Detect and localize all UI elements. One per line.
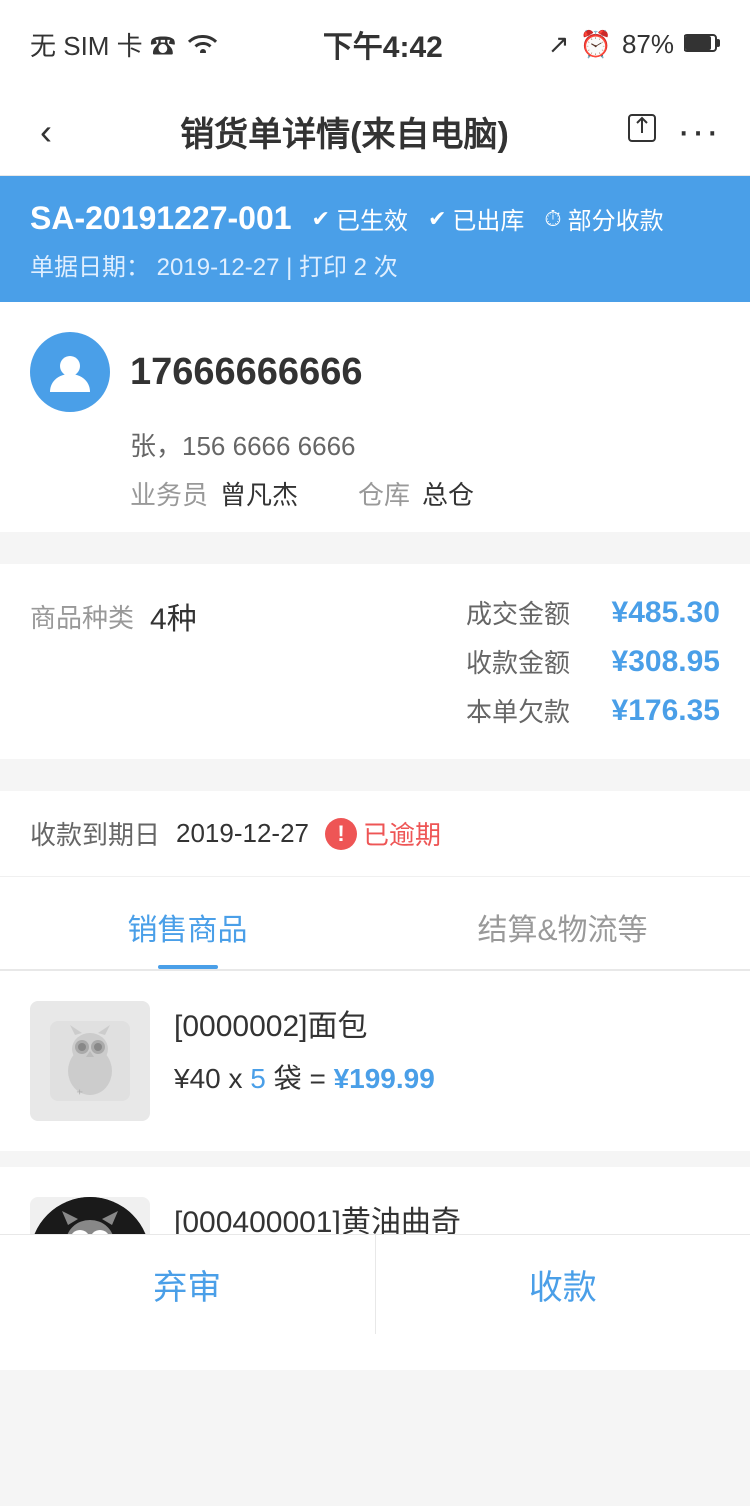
battery-icon [684,29,720,60]
salesperson-info: 业务员 曾凡杰 [130,475,298,512]
badge-partial: ⏱ 部分收款 [544,201,663,236]
header-band: SA-20191227-001 ✔ 已生效 ✔ 已出库 ⏱ 部分收款 单据日期：… [0,176,750,302]
warehouse-name: 总仓 [422,475,474,512]
stats-left: 商品种类 4种 [30,594,466,638]
warehouse-info: 仓库 总仓 [358,475,474,512]
customer-phone: 17666666666 [130,351,362,394]
header-top: SA-20191227-001 ✔ 已生效 ✔ 已出库 ⏱ 部分收款 [30,200,720,237]
bottom-spacer [0,1386,750,1506]
share-button[interactable] [627,113,657,151]
product-types: 商品种类 4种 [30,594,466,638]
overdue-icon: ! [325,818,357,850]
avatar [30,332,110,412]
collect-payment-button[interactable]: 收款 [376,1235,750,1334]
divider-2 [0,775,750,791]
svg-text:⁺: ⁺ [76,1086,83,1101]
alarm-icon: ⏰ [580,29,612,60]
battery-percent: 87% [622,29,674,60]
status-right: ↗ ⏰ 87% [548,29,720,60]
salesperson-name: 曾凡杰 [220,475,298,512]
stats-right: 成交金额 ¥485.30 收款金额 ¥308.95 本单欠款 ¥176.35 [466,594,720,729]
tab-products[interactable]: 销售商品 [0,877,375,969]
badge-shipped: ✔ 已出库 [428,201,524,236]
location-icon: ↗ [548,29,570,60]
bottom-bar: 弃审 收款 [0,1234,750,1334]
received-row: 收款金额 ¥308.95 [466,643,720,680]
page-title: 销货单详情(来自电脑) [62,107,627,156]
customer-name: 张，156 6666 6666 [130,426,720,463]
customer-section: 17666666666 张，156 6666 6666 业务员 曾凡杰 仓库 总… [0,302,750,532]
status-bar: 无 SIM 卡 ☎ 下午4:42 ↗ ⏰ 87% [0,0,750,88]
product-price-1: ¥40 x 5 袋 = ¥199.99 [174,1057,720,1097]
header-date-info: 单据日期： 2019-12-27 | 打印 2 次 [30,247,720,282]
status-left: 无 SIM 卡 ☎ [30,26,218,63]
status-time: 下午4:42 [323,22,443,66]
overdue-text: 已逾期 [363,815,441,852]
stats-section: 商品种类 4种 成交金额 ¥485.30 收款金额 ¥308.95 本单欠款 ¥… [0,564,750,759]
sim-status: 无 SIM 卡 ☎ [30,26,176,63]
customer-meta: 业务员 曾凡杰 仓库 总仓 [130,475,720,512]
more-button[interactable]: ··· [677,109,720,154]
order-number: SA-20191227-001 [30,200,292,237]
badge-effective: ✔ 已生效 [312,201,408,236]
product-thumb-1: ⁺ [30,1001,150,1121]
tab-settlement[interactable]: 结算&物流等 [375,877,750,969]
back-button[interactable]: ‹ [30,101,62,163]
reject-button[interactable]: 弃审 [0,1235,376,1334]
product-info-1: [0000002]面包 ¥40 x 5 袋 = ¥199.99 [174,1001,720,1097]
overdue-badge: ! 已逾期 [325,815,441,852]
nav-bar: ‹ 销货单详情(来自电脑) ··· [0,88,750,176]
wifi-icon [188,29,218,60]
customer-row: 17666666666 [30,332,720,412]
product-item-1: ⁺ [0000002]面包 ¥40 x 5 袋 = ¥199.99 [0,971,750,1151]
tabs: 销售商品 结算&物流等 [0,877,750,971]
owed-row: 本单欠款 ¥176.35 [466,692,720,729]
amount-row: 成交金额 ¥485.30 [466,594,720,631]
nav-actions: ··· [627,109,720,154]
divider-1 [0,548,750,564]
product-name-1: [0000002]面包 [174,1001,720,1045]
due-section: 收款到期日 2019-12-27 ! 已逾期 [0,791,750,877]
